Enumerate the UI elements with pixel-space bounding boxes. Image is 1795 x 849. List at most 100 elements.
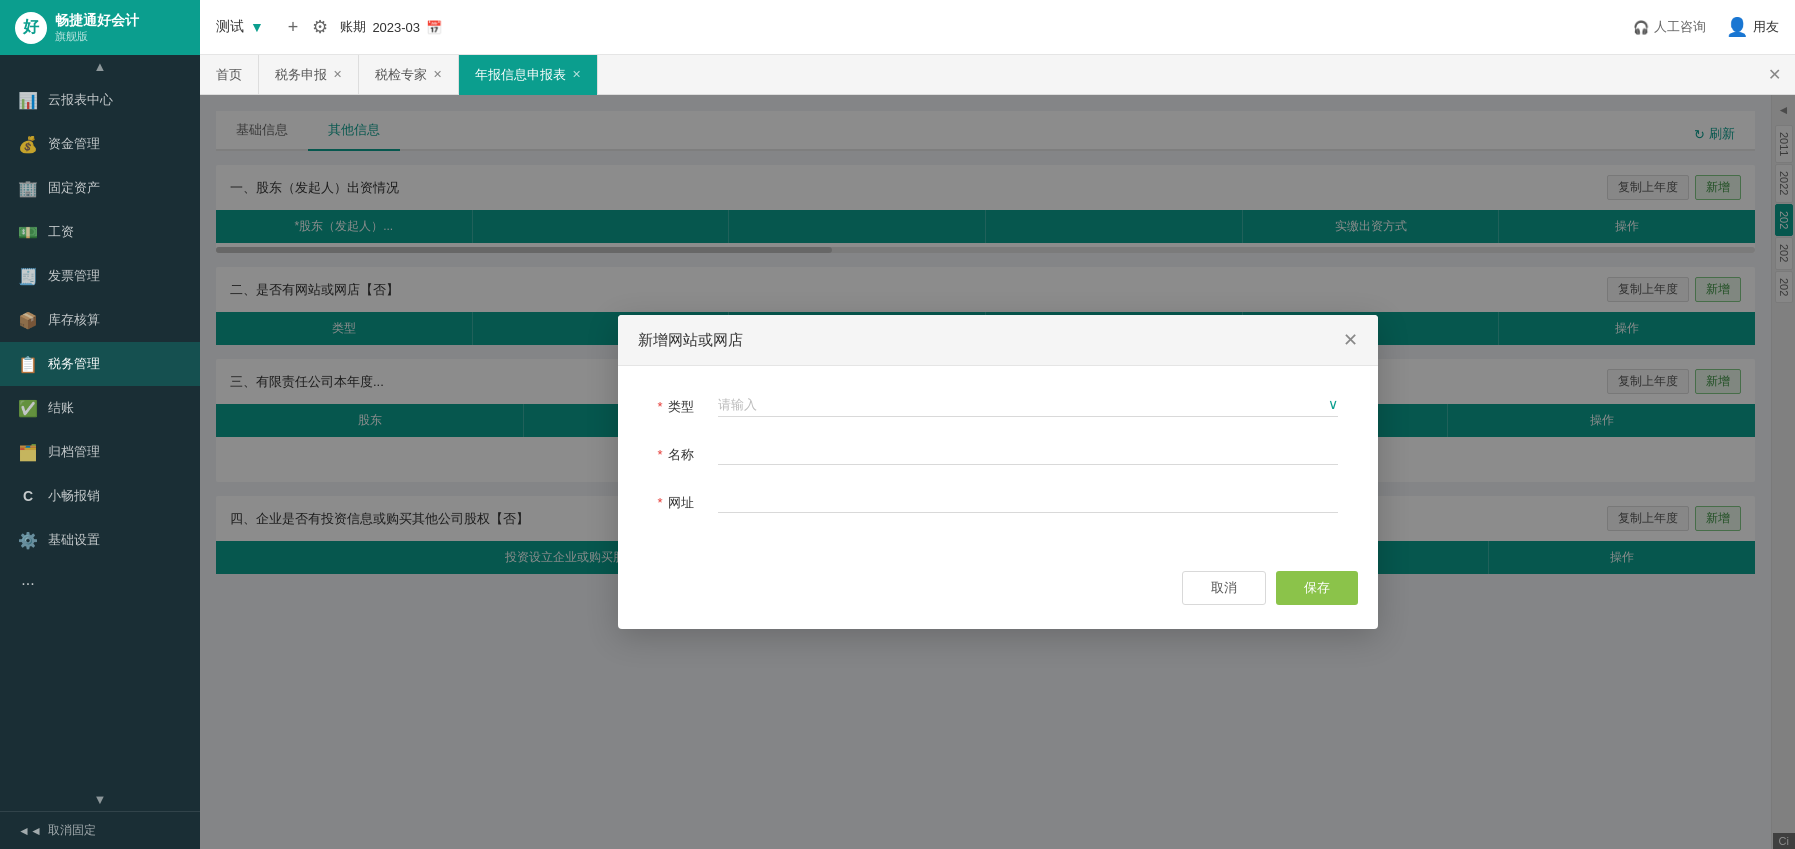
type-input-wrap: ∨ (718, 396, 1338, 417)
kucun-icon: 📦 (18, 310, 38, 330)
sidebar-scroll-down[interactable]: ▼ (0, 788, 200, 811)
required-asterisk: * (658, 399, 663, 414)
fapiao-icon: 🧾 (18, 266, 38, 286)
sidebar-item-gudingzichan[interactable]: 🏢 固定资产 (0, 166, 200, 210)
settings-button[interactable]: ⚙ (312, 16, 328, 38)
service-button[interactable]: 🎧 人工咨询 (1633, 18, 1706, 36)
tab-close-shuijian[interactable]: ✕ (433, 68, 442, 81)
headset-icon: 🎧 (1633, 20, 1649, 35)
name-input[interactable] (718, 445, 1338, 460)
tab-home-label: 首页 (216, 66, 242, 84)
cancel-button[interactable]: 取消 (1182, 571, 1266, 605)
sidebar-nav: 📊 云报表中心 💰 资金管理 🏢 固定资产 💵 工资 🧾 发票管理 📦 (0, 78, 200, 788)
sidebar-logo: 好 畅捷通好会计 旗舰版 (0, 0, 200, 55)
form-field-url: * 网址 (658, 493, 1338, 513)
form-field-type: * 类型 ∨ (658, 396, 1338, 417)
url-label: * 网址 (658, 494, 718, 512)
required-asterisk: * (658, 495, 663, 510)
sidebar-item-label: 云报表中心 (48, 91, 113, 109)
required-asterisk: * (658, 447, 663, 462)
calendar-icon[interactable]: 📅 (426, 20, 442, 35)
company-dropdown-icon: ▼ (250, 19, 264, 35)
period-value: 2023-03 (372, 20, 420, 35)
close-right-button[interactable]: ✕ (1754, 65, 1795, 84)
sidebar-item-label: 资金管理 (48, 135, 100, 153)
type-input[interactable] (718, 397, 1328, 412)
period-display: 账期 2023-03 📅 (340, 18, 442, 36)
logo-text: 畅捷通好会计 旗舰版 (55, 11, 139, 44)
yunbaobiao-icon: 📊 (18, 90, 38, 110)
main-area: 测试 ▼ + ⚙ 账期 2023-03 📅 🎧 人工咨询 👤 用友 (200, 0, 1795, 849)
form-field-name: * 名称 (658, 445, 1338, 465)
jiezhang-icon: ✅ (18, 398, 38, 418)
unpin-label: 取消固定 (48, 822, 96, 839)
sidebar-item-label: 发票管理 (48, 267, 100, 285)
modal-add-website: 新增网站或网店 ✕ * 类型 ∨ (618, 315, 1378, 629)
tab-label: 税务申报 (275, 66, 327, 84)
sidebar-item-jichueshezhi[interactable]: ⚙️ 基础设置 (0, 518, 200, 562)
tab-label: 税检专家 (375, 66, 427, 84)
tab-close-shuiwu[interactable]: ✕ (333, 68, 342, 81)
name-input-wrap (718, 445, 1338, 465)
tab-close-nianbao[interactable]: ✕ (572, 68, 581, 81)
user-name: 用友 (1753, 18, 1779, 36)
sidebar-item-xiaochang[interactable]: C 小畅报销 (0, 474, 200, 518)
sidebar-item-label: 归档管理 (48, 443, 100, 461)
period-label: 账期 (340, 18, 366, 36)
type-dropdown-arrow[interactable]: ∨ (1328, 396, 1338, 412)
sidebar-item-gongzi[interactable]: 💵 工资 (0, 210, 200, 254)
user-menu[interactable]: 👤 用友 (1726, 16, 1779, 38)
add-button[interactable]: + (288, 17, 299, 38)
sidebar-unpin-button[interactable]: ◄◄ 取消固定 (0, 811, 200, 849)
tab-home[interactable]: 首页 (200, 55, 259, 95)
company-name: 测试 (216, 18, 244, 36)
name-label: * 名称 (658, 446, 718, 464)
modal-close-button[interactable]: ✕ (1343, 329, 1358, 351)
shuiwu-icon: 📋 (18, 354, 38, 374)
user-icon: 👤 (1726, 16, 1748, 38)
sidebar-item-zijin[interactable]: 💰 资金管理 (0, 122, 200, 166)
save-button[interactable]: 保存 (1276, 571, 1358, 605)
topbar: 测试 ▼ + ⚙ 账期 2023-03 📅 🎧 人工咨询 👤 用友 (200, 0, 1795, 55)
sidebar-scroll-up[interactable]: ▲ (0, 55, 200, 78)
url-input[interactable] (718, 493, 1338, 508)
sidebar-item-label: 税务管理 (48, 355, 100, 373)
guidang-icon: 🗂️ (18, 442, 38, 462)
sidebar: 好 畅捷通好会计 旗舰版 ▲ 📊 云报表中心 💰 资金管理 🏢 固定资产 💵 (0, 0, 200, 849)
sidebar-item-label: 工资 (48, 223, 74, 241)
sidebar-item-more[interactable]: ··· (0, 562, 200, 606)
tabbar: 首页 税务申报 ✕ 税检专家 ✕ 年报信息申报表 ✕ ✕ (200, 55, 1795, 95)
type-label: * 类型 (658, 398, 718, 416)
sidebar-item-label: 库存核算 (48, 311, 100, 329)
content-area: 基础信息 其他信息 ↻ 刷新 一、股东（发起人）出资情况 复制上年度 新增 (200, 95, 1795, 849)
zijin-icon: 💰 (18, 134, 38, 154)
modal-header: 新增网站或网店 ✕ (618, 315, 1378, 366)
sidebar-item-label: 小畅报销 (48, 487, 100, 505)
gudingzichan-icon: 🏢 (18, 178, 38, 198)
tab-nianbao[interactable]: 年报信息申报表 ✕ (459, 55, 598, 95)
sidebar-item-yunbaobiao[interactable]: 📊 云报表中心 (0, 78, 200, 122)
modal-footer: 取消 保存 (618, 561, 1378, 629)
sidebar-item-kucun[interactable]: 📦 库存核算 (0, 298, 200, 342)
sidebar-item-label: 固定资产 (48, 179, 100, 197)
jichueshezhi-icon: ⚙️ (18, 530, 38, 550)
xiaochang-icon: C (18, 486, 38, 506)
topbar-right: 🎧 人工咨询 👤 用友 (1633, 16, 1779, 38)
sidebar-item-jiezhang[interactable]: ✅ 结账 (0, 386, 200, 430)
sidebar-item-label: 结账 (48, 399, 74, 417)
sidebar-item-shuiwu[interactable]: 📋 税务管理 (0, 342, 200, 386)
tab-label: 年报信息申报表 (475, 66, 566, 84)
gongzi-icon: 💵 (18, 222, 38, 242)
more-icon: ··· (18, 574, 38, 594)
url-input-wrap (718, 493, 1338, 513)
sidebar-item-guidang[interactable]: 🗂️ 归档管理 (0, 430, 200, 474)
tab-shuijian-zhuanjia[interactable]: 税检专家 ✕ (359, 55, 459, 95)
topbar-actions: + ⚙ (288, 16, 329, 38)
company-selector[interactable]: 测试 ▼ (216, 18, 264, 36)
logo-icon: 好 (15, 12, 47, 44)
tab-shuiwu-shenbao[interactable]: 税务申报 ✕ (259, 55, 359, 95)
sidebar-item-label: 基础设置 (48, 531, 100, 549)
unpin-icon: ◄◄ (18, 824, 42, 838)
sidebar-item-fapiao[interactable]: 🧾 发票管理 (0, 254, 200, 298)
modal-body: * 类型 ∨ * 名称 (618, 366, 1378, 561)
